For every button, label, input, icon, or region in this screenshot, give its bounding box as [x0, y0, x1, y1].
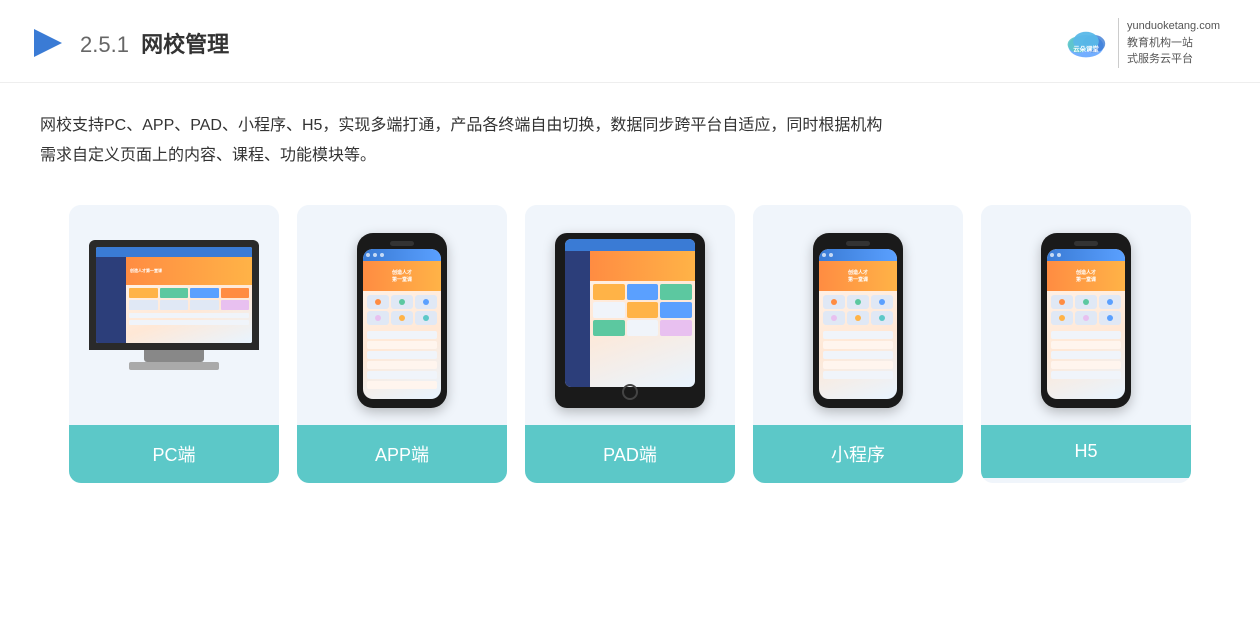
page-container: 2.5.1 网校管理 云朵课堂 yunduoketang.com 教育机构一站 …: [0, 0, 1260, 630]
pc-label: PC端: [69, 425, 279, 483]
pc-image-area: 创造人才第一堂课: [69, 205, 279, 425]
pad-mockup: [555, 233, 705, 408]
pc-card: 创造人才第一堂课: [69, 205, 279, 483]
app-card: 创造人才第一堂课: [297, 205, 507, 483]
app-mockup: 创造人才第一堂课: [357, 233, 447, 408]
mini-label: 小程序: [753, 425, 963, 483]
pad-image-area: [525, 205, 735, 425]
logo-area: 云朵课堂 yunduoketang.com 教育机构一站 式服务云平台: [1062, 18, 1220, 68]
description-line1: 网校支持PC、APP、PAD、小程序、H5，实现多端打通，产品各终端自由切换，数…: [40, 111, 1220, 141]
logo-text: yunduoketang.com 教育机构一站 式服务云平台: [1118, 18, 1220, 68]
header-left: 2.5.1 网校管理: [30, 25, 229, 61]
logo-icon: 云朵课堂: [1062, 23, 1110, 63]
h5-image-area: 创造人才第一堂课: [981, 205, 1191, 425]
app-label: APP端: [297, 425, 507, 483]
page-header: 2.5.1 网校管理 云朵课堂 yunduoketang.com 教育机构一站 …: [0, 0, 1260, 83]
arrow-icon: [30, 25, 66, 61]
svg-text:云朵课堂: 云朵课堂: [1073, 44, 1099, 53]
page-title: 2.5.1 网校管理: [80, 27, 229, 59]
title-text: 网校管理: [141, 32, 229, 57]
description-line2: 需求自定义页面上的内容、课程、功能模块等。: [40, 141, 1220, 171]
app-image-area: 创造人才第一堂课: [297, 205, 507, 425]
cards-section: 创造人才第一堂课: [0, 181, 1260, 503]
description-block: 网校支持PC、APP、PAD、小程序、H5，实现多端打通，产品各终端自由切换，数…: [0, 83, 1260, 182]
section-number: 2.5.1: [80, 32, 129, 57]
pc-mockup: 创造人才第一堂课: [89, 240, 259, 400]
mini-mockup: 创造人才第一堂课: [813, 233, 903, 408]
pad-label: PAD端: [525, 425, 735, 483]
miniprogram-card: 创造人才第一堂课: [753, 205, 963, 483]
pad-card: PAD端: [525, 205, 735, 483]
logo-tagline2: 式服务云平台: [1127, 51, 1220, 68]
h5-label: H5: [981, 425, 1191, 478]
h5-card: 创造人才第一堂课: [981, 205, 1191, 483]
h5-mockup: 创造人才第一堂课: [1041, 233, 1131, 408]
miniprogram-image-area: 创造人才第一堂课: [753, 205, 963, 425]
logo-tagline1: 教育机构一站: [1127, 35, 1220, 52]
logo-site: yunduoketang.com: [1127, 18, 1220, 35]
